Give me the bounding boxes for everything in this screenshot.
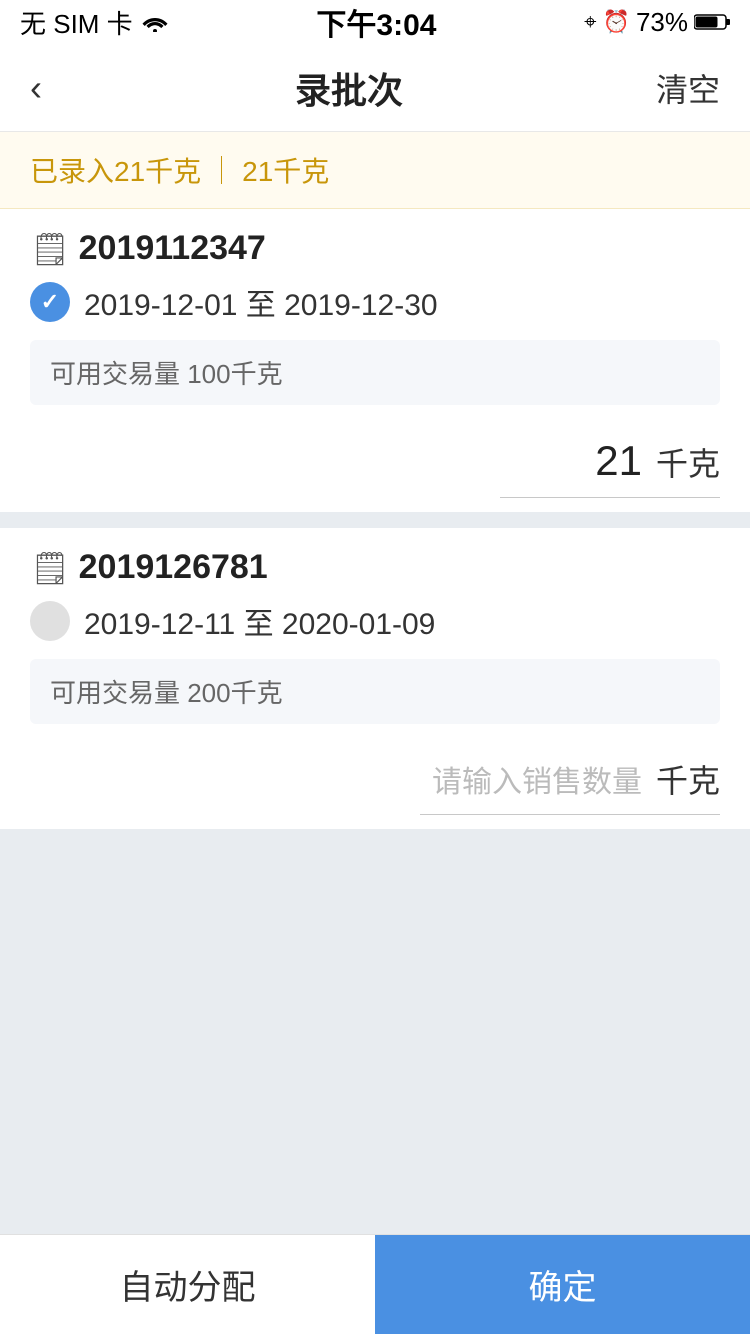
- batch-doc-icon-2: 🗒: [30, 549, 71, 587]
- qty-underline-1: [500, 497, 720, 498]
- back-button[interactable]: ‹: [30, 67, 42, 109]
- batch-avail-2: 可用交易量 200千克: [30, 659, 720, 724]
- batch-id-2: 2019126781: [79, 548, 268, 587]
- clear-button[interactable]: 清空: [656, 65, 720, 111]
- batch-id-row-2: 🗒 2019126781: [30, 548, 720, 587]
- status-bar-right: ⌖ ⏰ 73%: [584, 7, 730, 38]
- batch-card-2: 🗒 2019126781 ✓ 2019-12-11 至 2020-01-09 可…: [0, 528, 750, 829]
- qty-unit-1: 千克: [656, 439, 720, 485]
- batch-avail-text-1: 可用交易量 100千克: [50, 359, 283, 389]
- checkmark-icon-1: ✓: [41, 289, 59, 315]
- empty-area: [0, 829, 750, 1249]
- input-underline-2: [420, 814, 720, 815]
- battery-icon: [694, 13, 730, 31]
- batch-date-row-2: ✓ 2019-12-11 至 2020-01-09: [30, 599, 720, 643]
- no-sim-text: 无 SIM 卡: [20, 4, 133, 41]
- batch-date-row-1: ✓ 2019-12-01 至 2019-12-30: [30, 280, 720, 324]
- alarm-icon: ⏰: [603, 9, 630, 35]
- input-unit-2: 千克: [656, 756, 720, 802]
- summary-amount: 21千克: [242, 150, 329, 190]
- batch-card-1: 🗒 2019112347 ✓ 2019-12-01 至 2019-12-30 可…: [0, 209, 750, 512]
- status-bar-time: 下午3:04: [316, 0, 436, 44]
- battery-text: 73%: [636, 7, 688, 38]
- status-bar: 无 SIM 卡 下午3:04 ⌖ ⏰ 73%: [0, 0, 750, 44]
- bottom-bar: 自动分配 确定: [0, 1234, 750, 1334]
- nav-bar: ‹ 录批次 清空: [0, 44, 750, 132]
- batch-doc-icon-1: 🗒: [30, 230, 71, 268]
- input-underline-wrap-2: [0, 814, 750, 829]
- batch-checkbox-2[interactable]: ✓: [30, 601, 70, 641]
- summary-banner: 已录入21千克 21千克: [0, 132, 750, 209]
- qty-number-1: 21: [595, 437, 642, 485]
- batch-id-row-1: 🗒 2019112347: [30, 229, 720, 268]
- location-icon: ⌖: [584, 9, 596, 35]
- batch-checkbox-1[interactable]: ✓: [30, 282, 70, 322]
- summary-prefix: 已录入21千克: [30, 150, 201, 190]
- batch-date-1: 2019-12-01 至 2019-12-30: [84, 280, 438, 324]
- batch-avail-1: 可用交易量 100千克: [30, 340, 720, 405]
- page-title: 录批次: [295, 62, 403, 114]
- auto-distribute-button[interactable]: 自动分配: [0, 1235, 375, 1334]
- quantity-input-row-2[interactable]: 请输入销售数量 千克: [0, 740, 750, 814]
- input-placeholder-2: 请输入销售数量: [432, 757, 642, 801]
- batch-avail-text-2: 可用交易量 200千克: [50, 678, 283, 708]
- batch-date-2: 2019-12-11 至 2020-01-09: [84, 599, 435, 643]
- qty-underline-wrap-1: [0, 497, 750, 512]
- confirm-button[interactable]: 确定: [375, 1235, 750, 1334]
- quantity-display-1: 21 千克: [0, 421, 750, 497]
- wifi-icon: [141, 12, 169, 32]
- summary-divider: [221, 156, 222, 184]
- batch-id-1: 2019112347: [79, 229, 266, 268]
- section-separator: [0, 512, 750, 528]
- status-bar-left: 无 SIM 卡: [20, 4, 169, 41]
